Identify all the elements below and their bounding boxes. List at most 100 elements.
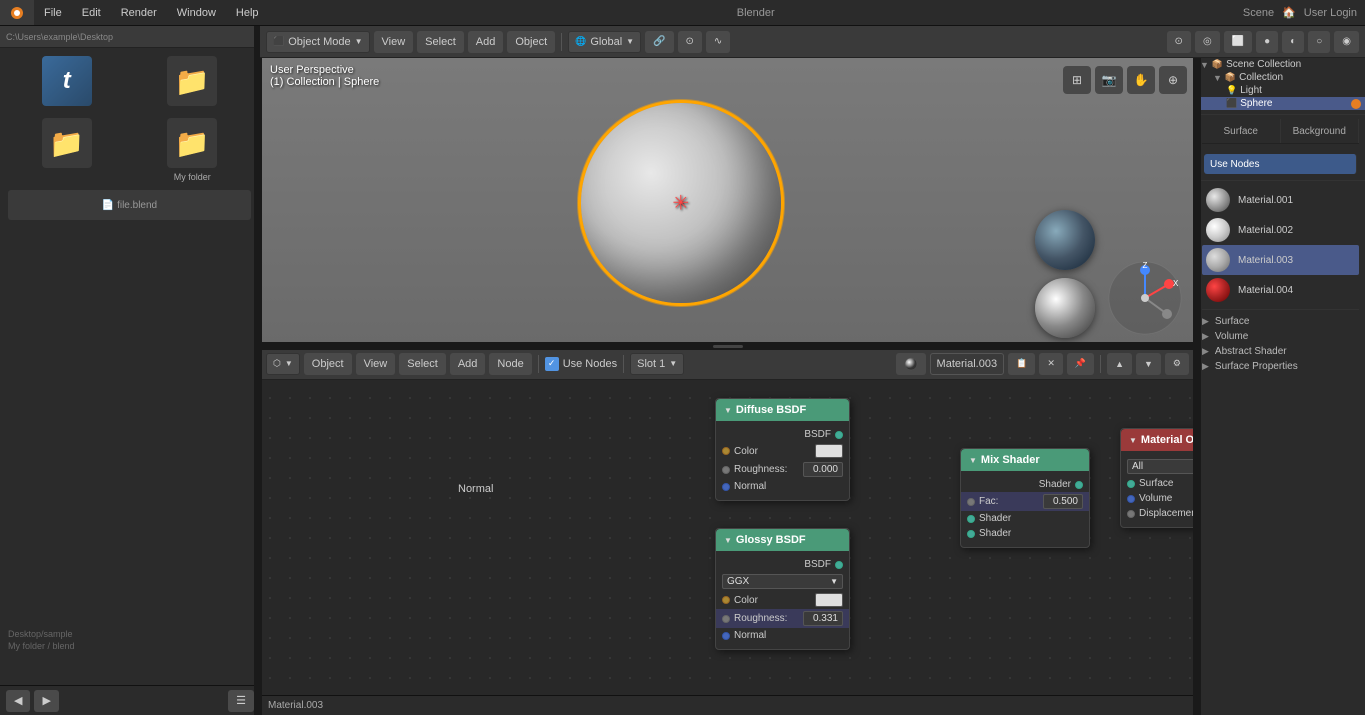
material-item-4[interactable]: Material.004 (1202, 275, 1359, 305)
object-btn[interactable]: Object (507, 31, 555, 53)
mode-dropdown[interactable]: ⬛ Object Mode ▼ (266, 31, 370, 53)
glossy-color-socket[interactable] (722, 596, 730, 604)
file-item[interactable]: 📁 My folder (134, 118, 252, 182)
material-sphere-icon[interactable] (896, 353, 926, 375)
prop-volume[interactable]: ▶ Volume (1202, 329, 1359, 344)
shading-btn4[interactable]: ◉ (1334, 31, 1359, 53)
snap-icon[interactable]: 🔗 (645, 31, 673, 53)
divider-right[interactable] (1193, 26, 1201, 715)
slot-dropdown[interactable]: Slot 1 ▼ (630, 353, 684, 375)
diffuse-bsdf-socket-out[interactable] (835, 431, 843, 439)
use-nodes-active-tab[interactable]: Use Nodes (1204, 154, 1357, 174)
output-volume-socket[interactable] (1127, 495, 1135, 503)
use-nodes-checkbox[interactable]: ✓ (545, 357, 559, 371)
prop-abstract[interactable]: ▶ Abstract Shader (1202, 344, 1359, 359)
divider-left[interactable] (254, 26, 262, 715)
mix-fac-socket[interactable] (967, 498, 975, 506)
nav-hand[interactable]: ✋ (1127, 66, 1155, 94)
node-glossy[interactable]: ▼ Glossy BSDF BSDF GGX ▼ Color (715, 528, 850, 650)
glossy-roughness-socket[interactable] (722, 615, 730, 623)
file-item[interactable]: 📁 (8, 118, 126, 182)
menu-file[interactable]: File (34, 0, 72, 25)
diffuse-roughness-socket[interactable] (722, 466, 730, 474)
mix-shader2-socket[interactable] (967, 530, 975, 538)
tab-surface[interactable]: Surface (1202, 119, 1281, 143)
left-toolbar-prev[interactable]: ◀ (6, 690, 30, 712)
shading-btn[interactable]: ● (1256, 31, 1278, 53)
select-btn[interactable]: Select (417, 31, 464, 53)
divider-horizontal[interactable] (260, 342, 1195, 350)
material-name-input[interactable]: Material.003 (930, 353, 1005, 375)
xray-btn[interactable]: ⬜ (1224, 31, 1252, 53)
node-down-btn[interactable]: ▼ (1136, 353, 1161, 375)
node-material-output[interactable]: ▼ Material Output All ▼ Surface Volume (1120, 428, 1195, 528)
glossy-ggx-dropdown[interactable]: GGX ▼ (722, 574, 843, 589)
diffuse-roughness-value[interactable]: 0.000 (803, 462, 843, 477)
file-item[interactable]: 📄 file.blend (8, 190, 251, 220)
nav-camera[interactable]: 📷 (1095, 66, 1123, 94)
node-up-btn[interactable]: ▲ (1107, 353, 1132, 375)
diffuse-color-swatch[interactable] (815, 444, 843, 458)
tree-item-light[interactable]: 💡 Light (1196, 84, 1365, 97)
node-editor[interactable]: ⬡ ▼ Object View Select Add Node ✓ Use No… (260, 348, 1195, 715)
left-toolbar-next[interactable]: ▶ (34, 690, 58, 712)
tree-item-collection[interactable]: ▼ 📦 Scene Collection (1196, 58, 1365, 71)
prop-surface[interactable]: ▶ Surface (1202, 314, 1359, 329)
node-add-btn[interactable]: Add (450, 353, 486, 375)
tree-item-collection2[interactable]: ▼ 📦 Collection (1196, 71, 1365, 84)
mix-shader1-socket[interactable] (967, 515, 975, 523)
view-btn[interactable]: View (374, 31, 414, 53)
glossy-bsdf-socket-out[interactable] (835, 561, 843, 569)
mix-shader-socket-out[interactable] (1075, 481, 1083, 489)
nav-zoom[interactable]: ⊕ (1159, 66, 1187, 94)
material-item-2[interactable]: Material.002 (1202, 215, 1359, 245)
proportional-icon[interactable]: ⊙ (678, 31, 702, 53)
shading-btn3[interactable]: ○ (1308, 31, 1330, 53)
menu-home[interactable]: 🏠 (1282, 6, 1296, 19)
menu-help[interactable]: Help (226, 0, 269, 25)
glossy-color-swatch[interactable] (815, 593, 843, 607)
diffuse-color-socket[interactable] (722, 447, 730, 455)
browse-material-btn[interactable]: ✕ (1039, 353, 1063, 375)
node-mix[interactable]: ▼ Mix Shader Shader Fac: 0.500 Shader (960, 448, 1090, 548)
node-diffuse[interactable]: ▼ Diffuse BSDF BSDF Color Roughness: 0.0… (715, 398, 850, 501)
diffuse-normal-socket[interactable] (722, 483, 730, 491)
node-settings-btn[interactable]: ⚙ (1165, 353, 1189, 375)
node-select-btn[interactable]: Select (399, 353, 446, 375)
prop-surface-props[interactable]: ▶ Surface Properties (1202, 359, 1359, 374)
glossy-normal-socket[interactable] (722, 632, 730, 640)
gizmo-btn[interactable]: ⊙ (1167, 31, 1191, 53)
material-item-1[interactable]: Material.001 (1202, 185, 1359, 215)
file-item[interactable]: t (8, 56, 126, 110)
gizmo[interactable]: Z X (1105, 258, 1185, 338)
menu-edit[interactable]: Edit (72, 0, 111, 25)
orientation-dropdown[interactable]: 🌐 Global ▼ (568, 31, 641, 53)
material-pin-btn[interactable]: 📌 (1067, 353, 1094, 375)
left-toolbar-view[interactable]: ☰ (228, 690, 254, 712)
node-object-btn[interactable]: Object (304, 353, 352, 375)
output-displacement-socket[interactable] (1127, 510, 1135, 518)
menu-window[interactable]: Window (167, 0, 226, 25)
viewport-3d[interactable]: User Perspective (1) Collection | Sphere… (260, 58, 1195, 348)
output-surface-socket[interactable] (1127, 480, 1135, 488)
material-item-3[interactable]: Material.003 (1202, 245, 1359, 275)
overlay-btn[interactable]: ◎ (1195, 31, 1220, 53)
add-btn[interactable]: Add (468, 31, 504, 53)
use-nodes-area[interactable]: ✓ Use Nodes (545, 357, 617, 371)
mix-fac-value[interactable]: 0.500 (1043, 494, 1083, 509)
nav-grid[interactable]: ⊞ (1063, 66, 1091, 94)
menu-blender[interactable] (0, 0, 34, 25)
node-editor-type[interactable]: ⬡ ▼ (266, 353, 300, 375)
menu-user[interactable]: User Login (1304, 7, 1357, 19)
menu-render[interactable]: Render (111, 0, 167, 25)
file-item[interactable]: 📁 (134, 56, 252, 110)
new-material-btn[interactable]: 📋 (1008, 353, 1035, 375)
glossy-roughness-value[interactable]: 0.331 (803, 611, 843, 626)
node-node-btn[interactable]: Node (489, 353, 531, 375)
extra-icon[interactable]: ∿ (706, 31, 730, 53)
node-view-btn[interactable]: View (356, 353, 396, 375)
menu-scene[interactable]: Scene (1243, 7, 1274, 19)
output-all-dropdown[interactable]: All ▼ (1127, 459, 1195, 474)
tree-item-sphere[interactable]: ⬛ Sphere (1196, 97, 1365, 110)
tab-background[interactable]: Background (1281, 119, 1360, 143)
